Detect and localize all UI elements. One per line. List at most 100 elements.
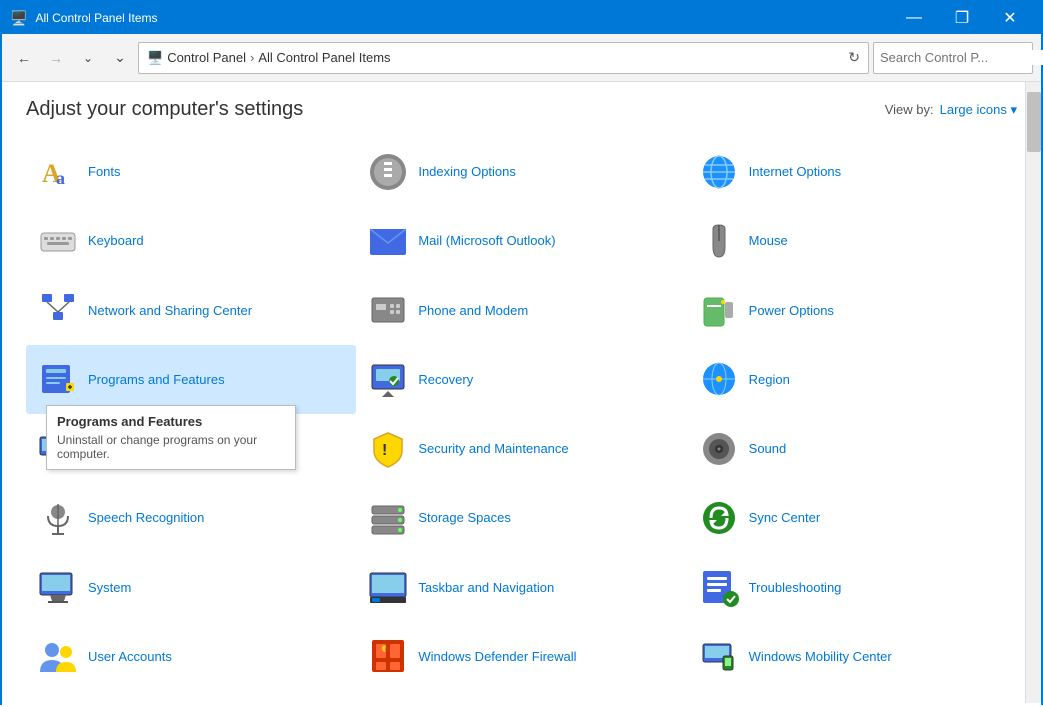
grid-item-windows-defender-firewall[interactable]: Windows Defender Firewall [356, 622, 686, 691]
item-label[interactable]: Region [749, 372, 790, 387]
grid-item-windows-mobility-center[interactable]: Windows Mobility Center [687, 622, 1017, 691]
item-label[interactable]: Troubleshooting [749, 580, 842, 595]
items-grid: Aa Fonts Indexing Options Internet Options K… [26, 137, 1017, 691]
svg-text:!: ! [382, 442, 387, 459]
grid-item-fonts[interactable]: Aa Fonts [26, 137, 356, 206]
grid-item-system[interactable]: System [26, 553, 356, 622]
titlebar-icon: 🖥️ [10, 10, 27, 27]
grid-item-indexing-options[interactable]: Indexing Options [356, 137, 686, 206]
grid-item-region[interactable]: Region [687, 345, 1017, 414]
mail-icon [368, 221, 408, 261]
search-input[interactable] [880, 50, 1043, 65]
up-button[interactable]: ⌄ [74, 44, 102, 72]
item-label[interactable]: Keyboard [88, 233, 144, 248]
grid-item-internet-options[interactable]: Internet Options [687, 137, 1017, 206]
fonts-icon: Aa [38, 152, 78, 192]
grid-item-power-options[interactable]: Power Options [687, 276, 1017, 345]
titlebar: 🖥️ All Control Panel Items — ❐ ✕ [2, 2, 1041, 34]
grid-item-speech-recognition[interactable]: Speech Recognition [26, 483, 356, 552]
item-label[interactable]: Fonts [88, 164, 121, 179]
item-label[interactable]: User Accounts [88, 649, 172, 664]
breadcrumb-cp: Control Panel [167, 50, 246, 65]
firewall-icon [368, 636, 408, 676]
system-icon [38, 567, 78, 607]
grid-item-troubleshooting[interactable]: Troubleshooting [687, 553, 1017, 622]
network-icon [38, 290, 78, 330]
item-label[interactable]: Remote Desktop Connection [88, 441, 254, 456]
main-content: Adjust your computer's settings View by:… [2, 82, 1041, 707]
view-by-control: View by: Large icons ▾ [885, 102, 1017, 118]
titlebar-title: All Control Panel Items [35, 11, 883, 25]
grid-item-recovery[interactable]: Recovery [356, 345, 686, 414]
users-icon [38, 636, 78, 676]
indexing-icon [368, 152, 408, 192]
grid-item-sync-center[interactable]: Sync Center [687, 483, 1017, 552]
recovery-icon [368, 359, 408, 399]
scrollbar-track[interactable] [1025, 82, 1041, 703]
top-bar: Adjust your computer's settings View by:… [26, 98, 1017, 121]
breadcrumb-all: All Control Panel Items [258, 50, 390, 65]
grid-item-taskbar-and-navigation[interactable]: Taskbar and Navigation [356, 553, 686, 622]
item-label[interactable]: Taskbar and Navigation [418, 580, 554, 595]
item-label[interactable]: Network and Sharing Center [88, 303, 252, 318]
maximize-button[interactable]: ❐ [939, 2, 985, 34]
item-label[interactable]: Internet Options [749, 164, 842, 179]
svg-text:a: a [56, 168, 65, 188]
grid-item-phone-and-modem[interactable]: Phone and Modem [356, 276, 686, 345]
item-label[interactable]: Mouse [749, 233, 788, 248]
scrollbar-thumb[interactable] [1027, 92, 1041, 152]
grid-item-sound[interactable]: Sound [687, 414, 1017, 483]
close-button[interactable]: ✕ [987, 2, 1033, 34]
troubleshooting-icon [699, 567, 739, 607]
item-label[interactable]: Power Options [749, 303, 834, 318]
remote-icon [38, 429, 78, 469]
programs-icon [38, 359, 78, 399]
address-box[interactable]: 🖥️ Control Panel › All Control Panel Ite… [138, 42, 869, 74]
item-label[interactable]: Phone and Modem [418, 303, 528, 318]
item-label[interactable]: Sound [749, 441, 787, 456]
item-label[interactable]: Windows Defender Firewall [418, 649, 576, 664]
speech-icon [38, 498, 78, 538]
grid-item-keyboard[interactable]: Keyboard [26, 206, 356, 275]
recent-button[interactable]: ⌄ [106, 44, 134, 72]
item-label[interactable]: Speech Recognition [88, 510, 204, 525]
item-label[interactable]: Storage Spaces [418, 510, 511, 525]
refresh-button[interactable]: ↻ [848, 49, 860, 66]
addressbar: ← → ⌄ ⌄ 🖥️ Control Panel › All Control P… [2, 34, 1041, 82]
grid-item-security-and-maintenance[interactable]: ! Security and Maintenance [356, 414, 686, 483]
forward-button[interactable]: → [42, 44, 70, 72]
keyboard-icon [38, 221, 78, 261]
item-label[interactable]: Mail (Microsoft Outlook) [418, 233, 555, 248]
item-label[interactable]: Indexing Options [418, 164, 516, 179]
grid-item-remote-desktop-connection[interactable]: Remote Desktop Connection [26, 414, 356, 483]
back-button[interactable]: ← [10, 44, 38, 72]
grid-item-mail-(microsoft-outlook)[interactable]: Mail (Microsoft Outlook) [356, 206, 686, 275]
item-label[interactable]: Security and Maintenance [418, 441, 568, 456]
grid-item-network-and-sharing-center[interactable]: Network and Sharing Center [26, 276, 356, 345]
grid-item-storage-spaces[interactable]: Storage Spaces [356, 483, 686, 552]
view-by-label: View by: [885, 102, 934, 117]
mouse-icon [699, 221, 739, 261]
grid-item-mouse[interactable]: Mouse [687, 206, 1017, 275]
item-label[interactable]: Programs and Features [88, 372, 225, 387]
titlebar-buttons: — ❐ ✕ [891, 2, 1033, 34]
sync-icon [699, 498, 739, 538]
power-icon [699, 290, 739, 330]
phone-icon [368, 290, 408, 330]
grid-item-user-accounts[interactable]: User Accounts [26, 622, 356, 691]
page-title: Adjust your computer's settings [26, 98, 303, 121]
view-by-dropdown[interactable]: Large icons ▾ [940, 102, 1017, 118]
storage-icon [368, 498, 408, 538]
sound-icon [699, 429, 739, 469]
search-box[interactable]: 🔍 [873, 42, 1033, 74]
item-label[interactable]: Recovery [418, 372, 473, 387]
grid-item-programs-and-features[interactable]: Programs and FeaturesPrograms and Featur… [26, 345, 356, 414]
region-icon [699, 359, 739, 399]
minimize-button[interactable]: — [891, 2, 937, 34]
item-label[interactable]: Windows Mobility Center [749, 649, 892, 664]
item-label[interactable]: System [88, 580, 131, 595]
item-label[interactable]: Sync Center [749, 510, 821, 525]
security-icon: ! [368, 429, 408, 469]
internet-icon [699, 152, 739, 192]
mobility-icon [699, 636, 739, 676]
